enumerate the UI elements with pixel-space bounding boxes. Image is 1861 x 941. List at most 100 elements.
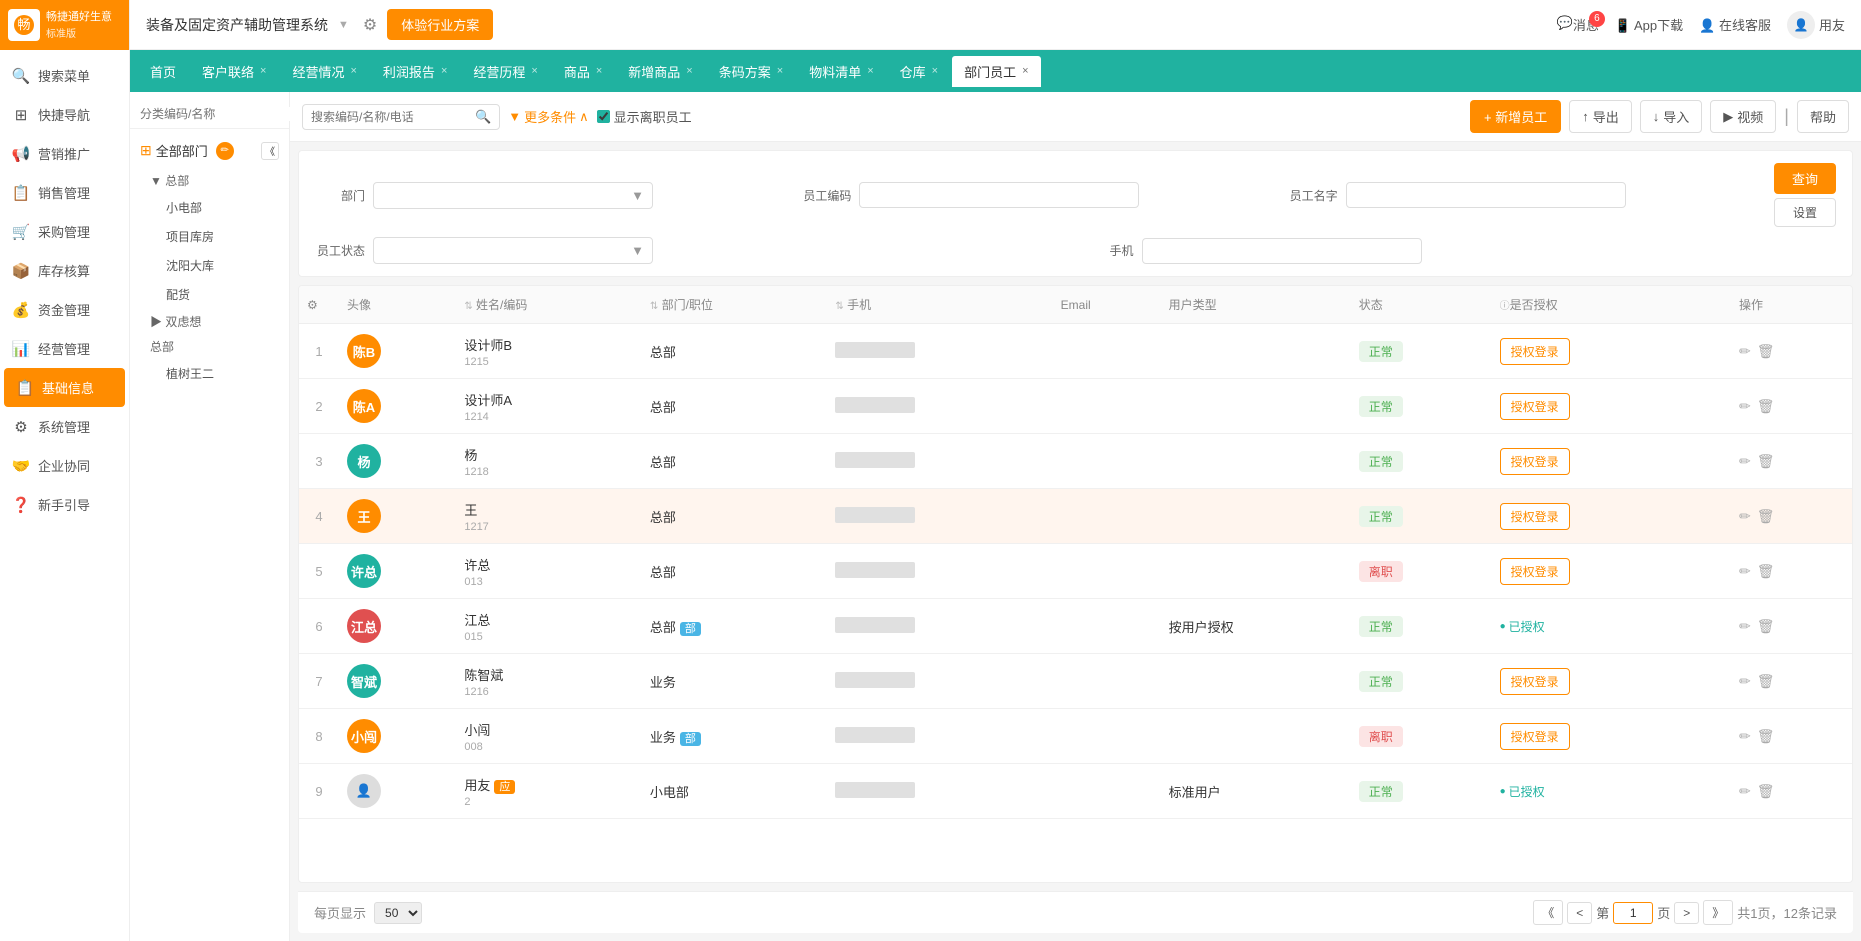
filter-dept-select[interactable]: ▼ [373,182,653,209]
delete-btn[interactable]: 🗑 [1757,728,1775,745]
th-dept[interactable]: ⇅ 部门/职位 [642,286,828,324]
tab-add-goods[interactable]: 新增商品× [616,56,704,87]
help-button[interactable]: 帮助 [1797,100,1849,133]
export-button[interactable]: ↑ 导出 [1569,100,1632,133]
auth-btn[interactable]: 授权登录 [1500,503,1570,530]
dept-item-zhishu[interactable]: 植树王二 [140,359,289,388]
sidebar-item-guide[interactable]: ❓新手引导 [0,485,129,524]
edit-btn[interactable]: ✏ [1739,673,1751,690]
delete-btn[interactable]: 🗑 [1757,783,1775,800]
sidebar-item-enterprise[interactable]: 🤝企业协同 [0,446,129,485]
dept-section-shuangluxiang[interactable]: ▶ 双虑想 [140,309,289,334]
dept-section-zongbu[interactable]: ▼ 总部 [140,168,289,193]
auth-btn[interactable]: 授权登录 [1500,338,1570,365]
dept-item-peihuo[interactable]: 配货 [140,280,289,309]
filter-empcode-input[interactable] [859,182,1139,208]
sidebar-item-purchase[interactable]: 🛒采购管理 [0,212,129,251]
sidebar-item-sales[interactable]: 📋销售管理 [0,173,129,212]
more-filter-btn[interactable]: ▼ 更多条件 ∧ [508,107,588,126]
auth-btn[interactable]: 授权登录 [1500,558,1570,585]
th-name[interactable]: ⇅ 姓名/编码 [456,286,642,324]
tab-business[interactable]: 经营情况× [280,56,368,87]
delete-btn[interactable]: 🗑 [1757,563,1775,580]
edit-btn[interactable]: ✏ [1739,563,1751,580]
import-button[interactable]: ↓ 导入 [1640,100,1703,133]
auth-btn[interactable]: 授权登录 [1500,393,1570,420]
dept-item-xiaodibu[interactable]: 小电部 [140,193,289,222]
sidebar-item-system[interactable]: ⚙系统管理 [0,407,129,446]
online-service-link[interactable]: 👤 在线客服 [1699,15,1771,34]
dept-all-item[interactable]: ⊞ 全部部门 ✏ 《 [130,133,289,168]
edit-btn[interactable]: ✏ [1739,343,1751,360]
sidebar-item-marketing[interactable]: 📢营销推广 [0,134,129,173]
sidebar-item-inventory[interactable]: 📦库存核算 [0,251,129,290]
sidebar-item-operations[interactable]: 📊经营管理 [0,329,129,368]
close-customer-tab[interactable]: × [260,65,266,77]
delete-btn[interactable]: 🗑 [1757,453,1775,470]
auth-btn[interactable]: 授权登录 [1500,668,1570,695]
filter-phone-input[interactable] [1142,238,1422,264]
delete-btn[interactable]: 🗑 [1757,398,1775,415]
dept-search-box[interactable]: 🔍 [130,100,289,129]
dept-edit-icon[interactable]: ✏ [216,142,234,160]
dept-section-zongbu2[interactable]: 总部 [140,334,289,359]
tab-customer[interactable]: 客户联络× [190,56,278,87]
video-button[interactable]: ▶ 视频 [1710,100,1776,133]
edit-btn[interactable]: ✏ [1739,728,1751,745]
delete-btn[interactable]: 🗑 [1757,673,1775,690]
auth-btn[interactable]: 授权登录 [1500,723,1570,750]
edit-btn[interactable]: ✏ [1739,453,1751,470]
sidebar-item-finance[interactable]: 💰资金管理 [0,290,129,329]
filter-settings-button[interactable]: 设置 [1774,198,1836,227]
close-profit-tab[interactable]: × [441,65,447,77]
topbar-dropdown-icon[interactable]: ▼ [338,19,349,31]
th-settings[interactable]: ⚙ [299,286,339,324]
last-page-btn[interactable]: 》 [1703,900,1733,925]
prev-page-btn[interactable]: < [1567,902,1592,924]
user-avatar[interactable]: 👤 用友 [1787,11,1845,39]
close-barcode-tab[interactable]: × [777,65,783,77]
delete-btn[interactable]: 🗑 [1757,508,1775,525]
sidebar-item-basic-info[interactable]: 📋基础信息 [4,368,125,407]
topbar-gear-icon[interactable]: ⚙ [363,15,377,35]
sidebar-item-quick-nav[interactable]: ⊞快捷导航 [0,95,129,134]
edit-btn[interactable]: ✏ [1739,398,1751,415]
close-goods-tab[interactable]: × [596,65,602,77]
toolbar-search-box[interactable]: 🔍 [302,104,500,130]
close-bom-tab[interactable]: × [867,65,873,77]
close-add-goods-tab[interactable]: × [686,65,692,77]
tab-home[interactable]: 首页 [138,56,188,87]
edit-btn[interactable]: ✏ [1739,618,1751,635]
close-history-tab[interactable]: × [531,65,537,77]
sidebar-item-search[interactable]: 🔍搜索菜单 [0,56,129,95]
edit-btn[interactable]: ✏ [1739,783,1751,800]
dept-search-input[interactable] [140,107,295,121]
tab-bom[interactable]: 物料清单× [797,56,885,87]
tab-warehouse[interactable]: 仓库× [888,56,950,87]
per-page-select[interactable]: 50 [374,902,422,924]
tab-profit[interactable]: 利润报告× [371,56,459,87]
message-badge[interactable]: 💬 消息 6 [1557,15,1599,34]
close-business-tab[interactable]: × [350,65,356,77]
delete-btn[interactable]: 🗑 [1757,343,1775,360]
topbar-trial-button[interactable]: 体验行业方案 [387,9,493,40]
show-resigned-checkbox[interactable]: 显示离职员工 [597,107,692,126]
app-download-link[interactable]: 📱 App下载 [1615,15,1683,34]
dept-item-shenyang[interactable]: 沈阳大库 [140,251,289,280]
tab-goods[interactable]: 商品× [552,56,614,87]
close-warehouse-tab[interactable]: × [932,65,938,77]
tab-history[interactable]: 经营历程× [461,56,549,87]
close-staff-tab[interactable]: × [1022,65,1028,77]
filter-status-select[interactable]: ▼ [373,237,653,264]
tab-staff[interactable]: 部门员工× [952,56,1040,87]
current-page-input[interactable] [1613,902,1653,924]
first-page-btn[interactable]: 《 [1533,900,1563,925]
filter-search-button[interactable]: 查询 [1774,163,1836,194]
dept-item-xiangmu[interactable]: 项目库房 [140,222,289,251]
toolbar-search-input[interactable] [311,110,471,124]
show-resigned-input[interactable] [597,110,610,123]
next-page-btn[interactable]: > [1674,902,1699,924]
th-phone[interactable]: ⇅ 手机 [827,286,1052,324]
auth-btn[interactable]: 授权登录 [1500,448,1570,475]
filter-empname-input[interactable] [1346,182,1626,208]
